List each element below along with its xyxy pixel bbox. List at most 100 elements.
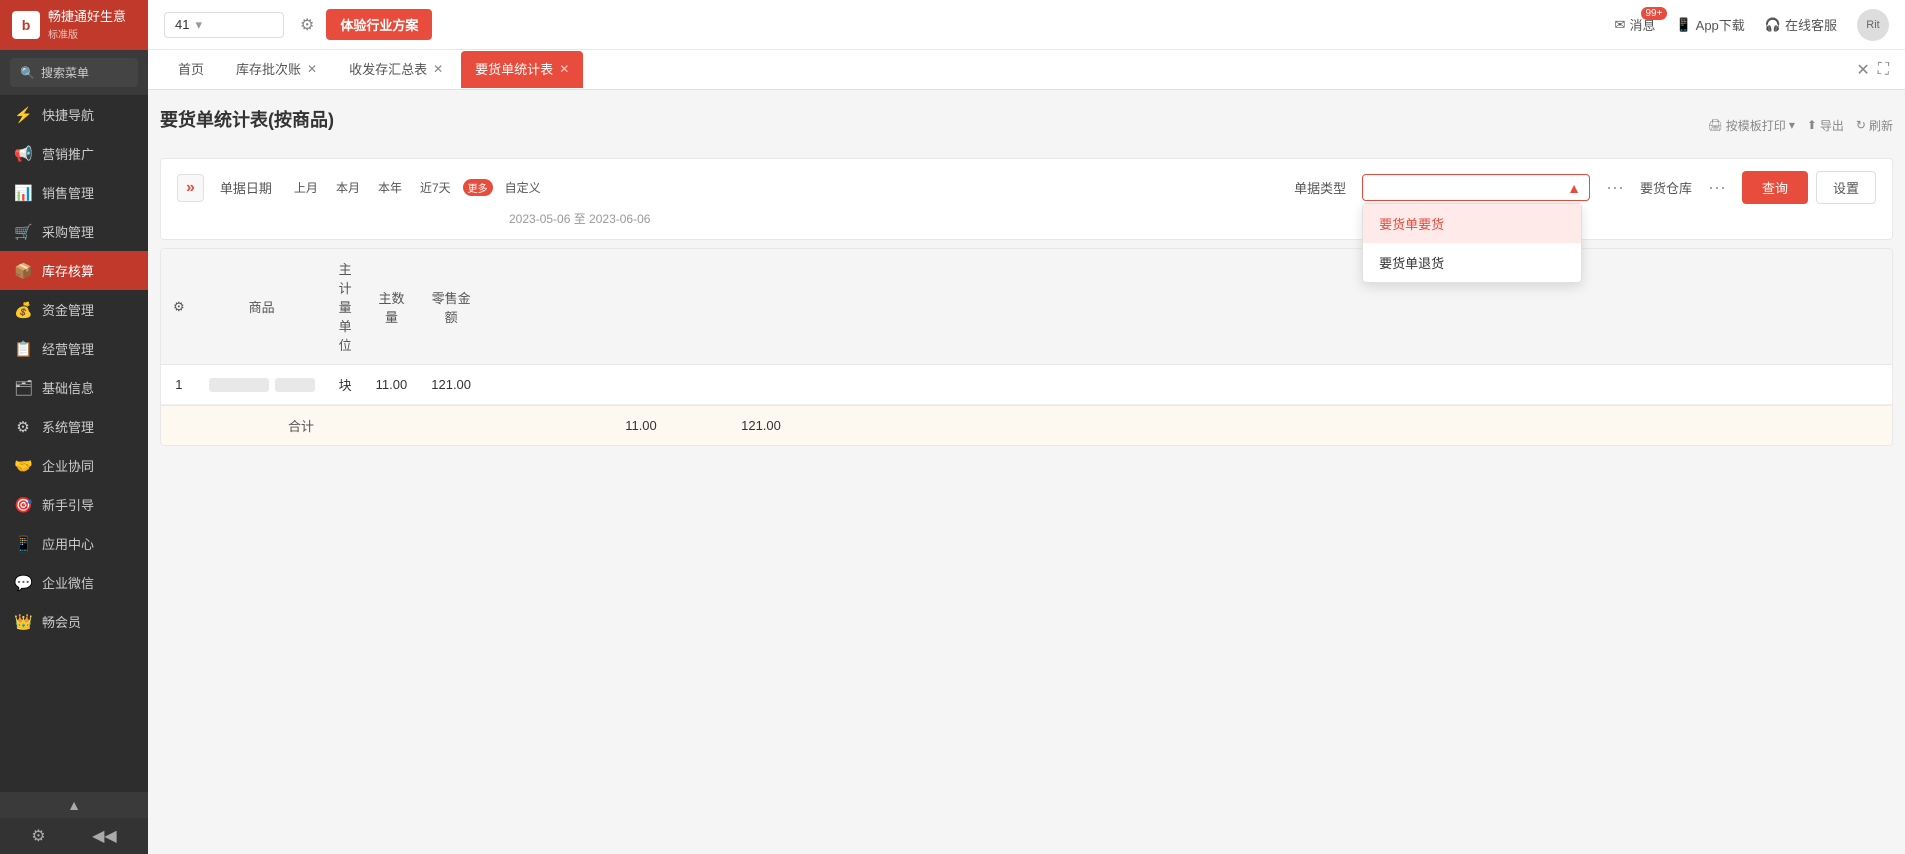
marketing-icon: 📢 — [14, 145, 32, 163]
messages-badge: 99+ — [1641, 7, 1668, 20]
page-content: 要货单统计表(按商品) 🖨 按模板打印 ▾ ⬆ 导出 ↻ 刷新 — [148, 90, 1905, 854]
operation-icon: 📋 — [14, 340, 32, 358]
print-chevron-icon: ▾ — [1789, 118, 1795, 132]
table-settings-icon[interactable]: ⚙ — [173, 299, 185, 314]
settings-button[interactable]: 设置 — [1816, 171, 1876, 204]
filter-panel: » 单据日期 上月 本月 本年 近7天 更多 自定义 单据类型 ▲ — [160, 158, 1893, 240]
tab-close-batch[interactable]: ✕ — [307, 62, 317, 76]
sidebar-item-operation[interactable]: 📋 经营管理 — [0, 329, 148, 368]
sidebar-nav: ⚡ 快捷导航 📢 营销推广 📊 销售管理 🛒 采购管理 📦 库存核算 💰 资金管… — [0, 95, 148, 792]
sidebar-item-wechat[interactable]: 💬 企业微信 — [0, 563, 148, 602]
close-tab-button[interactable]: ✕ — [1856, 60, 1869, 80]
more-filters-button[interactable]: ··· — [1606, 177, 1624, 198]
finance-icon: 💰 — [14, 301, 32, 319]
sidebar-item-purchase[interactable]: 🛒 采购管理 — [0, 212, 148, 251]
tab-home[interactable]: 首页 — [164, 51, 218, 88]
td-amount: 121.00 — [419, 365, 483, 405]
date-range-display: 2023-05-06 至 2023-06-06 — [509, 210, 650, 227]
search-menu-button[interactable]: 🔍 搜索菜单 — [10, 58, 138, 87]
topbar-right: ✉ 消息 99+ 📱 App下载 🎧 在线客服 Rit — [1615, 9, 1889, 41]
sidebar-item-system[interactable]: ⚙ 系统管理 — [0, 407, 148, 446]
tab-batch[interactable]: 库存批次账 ✕ — [222, 51, 331, 88]
filter-toggle-button[interactable]: » — [177, 174, 204, 202]
messages-button[interactable]: ✉ 消息 99+ — [1615, 15, 1656, 34]
dropdown-item-return[interactable]: 要货单退货 — [1363, 243, 1581, 282]
tab-requisition[interactable]: 要货单统计表 ✕ — [461, 51, 583, 88]
app-download-button[interactable]: 📱 App下载 — [1675, 15, 1744, 34]
sidebar-header: b 畅捷通好生意 标准版 — [0, 0, 148, 50]
user-avatar[interactable]: Rit — [1857, 9, 1889, 41]
more-date-badge[interactable]: 更多 — [463, 179, 493, 196]
td-extra — [483, 365, 1892, 405]
table-header-row: ⚙ 商品 主计量单位 主数量 零售金额 — [161, 249, 1892, 365]
custom-date-button[interactable]: 自定义 — [499, 177, 547, 198]
th-qty: 主数量 — [364, 249, 420, 365]
store-selector[interactable]: 41 ▾ — [164, 12, 284, 38]
query-button[interactable]: 查询 — [1742, 171, 1808, 204]
total-row: 合计 11.00 121.00 — [161, 405, 1892, 445]
type-dropdown-arrow[interactable]: ▲ — [1559, 180, 1589, 196]
type-dropdown-menu: 要货单要货 要货单退货 — [1362, 203, 1582, 283]
sidebar-item-marketing[interactable]: 📢 营销推广 — [0, 134, 148, 173]
refresh-button[interactable]: ↻ 刷新 — [1856, 117, 1893, 134]
date-shortcuts: 上月 本月 本年 近7天 更多 自定义 — [288, 177, 547, 198]
export-button[interactable]: ⬆ 导出 — [1807, 117, 1844, 134]
purchase-icon: 🛒 — [14, 223, 32, 241]
tab-close-summary[interactable]: ✕ — [433, 62, 443, 76]
product-name-placeholder — [209, 378, 269, 392]
sidebar-footer: ⚙ ◀◀ — [0, 818, 148, 854]
settings-footer-button[interactable]: ⚙ — [31, 826, 45, 846]
filter-actions: 查询 设置 — [1742, 171, 1876, 204]
app-label: App下载 — [1696, 15, 1745, 34]
dropdown-item-order[interactable]: 要货单要货 — [1363, 204, 1581, 243]
sidebar-item-inventory[interactable]: 📦 库存核算 — [0, 251, 148, 290]
sidebar-item-enterprise[interactable]: 🤝 企业协同 — [0, 446, 148, 485]
print-template-button[interactable]: 🖨 按模板打印 ▾ — [1708, 117, 1795, 134]
app-title: 畅捷通好生意 — [48, 9, 126, 26]
sidebar-item-member[interactable]: 👑 畅会员 — [0, 602, 148, 641]
sidebar-item-finance[interactable]: 💰 资金管理 — [0, 290, 148, 329]
curr-month-button[interactable]: 本月 — [330, 177, 366, 198]
data-table-container: ⚙ 商品 主计量单位 主数量 零售金额 1 — [160, 248, 1893, 446]
total-amount: 121.00 — [701, 418, 821, 433]
inventory-icon: 📦 — [14, 262, 32, 280]
sidebar-item-appcenter[interactable]: 📱 应用中心 — [0, 524, 148, 563]
sidebar-scroll-up[interactable]: ▲ — [0, 792, 148, 818]
curr-year-button[interactable]: 本年 — [372, 177, 408, 198]
sidebar-item-sales[interactable]: 📊 销售管理 — [0, 173, 148, 212]
th-amount: 零售金额 — [419, 249, 483, 365]
table-row: 1 块 11.00 121.00 — [161, 365, 1892, 405]
prev-month-button[interactable]: 上月 — [288, 177, 324, 198]
sales-icon: 📊 — [14, 184, 32, 202]
th-product: 商品 — [197, 249, 327, 365]
system-icon: ⚙ — [14, 418, 32, 436]
app-logo: b — [12, 11, 40, 39]
warehouse-more-button[interactable]: ··· — [1708, 177, 1726, 198]
th-settings: ⚙ — [161, 249, 197, 365]
sidebar-item-quicknav[interactable]: ⚡ 快捷导航 — [0, 95, 148, 134]
main-area: 41 ▾ ⚙ 体验行业方案 ✉ 消息 99+ 📱 App下载 🎧 在线客服 Ri… — [148, 0, 1905, 854]
total-label: 合计 — [201, 416, 401, 435]
data-table: ⚙ 商品 主计量单位 主数量 零售金额 1 — [161, 249, 1892, 405]
th-extra — [483, 249, 1892, 365]
sidebar: b 畅捷通好生意 标准版 🔍 搜索菜单 ⚡ 快捷导航 📢 营销推广 📊 销售管理… — [0, 0, 148, 854]
basic-icon: 🗂 — [14, 379, 32, 397]
tab-close-requisition[interactable]: ✕ — [559, 62, 569, 76]
type-dropdown-container: ▲ 要货单要货 要货单退货 — [1362, 174, 1590, 201]
collapse-sidebar-button[interactable]: ◀◀ — [92, 826, 117, 846]
product-cell — [209, 378, 315, 392]
tab-summary[interactable]: 收发存汇总表 ✕ — [335, 51, 457, 88]
week-button[interactable]: 近7天 — [414, 177, 457, 198]
td-product — [197, 365, 327, 405]
type-search-input[interactable] — [1363, 175, 1559, 200]
topbar-gear-icon[interactable]: ⚙ — [300, 15, 314, 35]
phone-icon: 📱 — [1675, 17, 1691, 33]
promo-button[interactable]: 体验行业方案 — [326, 9, 432, 40]
appcenter-icon: 📱 — [14, 535, 32, 553]
sidebar-item-basic[interactable]: 🗂 基础信息 — [0, 368, 148, 407]
online-service-button[interactable]: 🎧 在线客服 — [1765, 15, 1837, 34]
filter-row-main: » 单据日期 上月 本月 本年 近7天 更多 自定义 单据类型 ▲ — [177, 171, 1876, 204]
sidebar-item-newbie[interactable]: 🎯 新手引导 — [0, 485, 148, 524]
product-code-placeholder — [275, 378, 315, 392]
maximize-tab-button[interactable]: ⛶ — [1878, 60, 1889, 80]
